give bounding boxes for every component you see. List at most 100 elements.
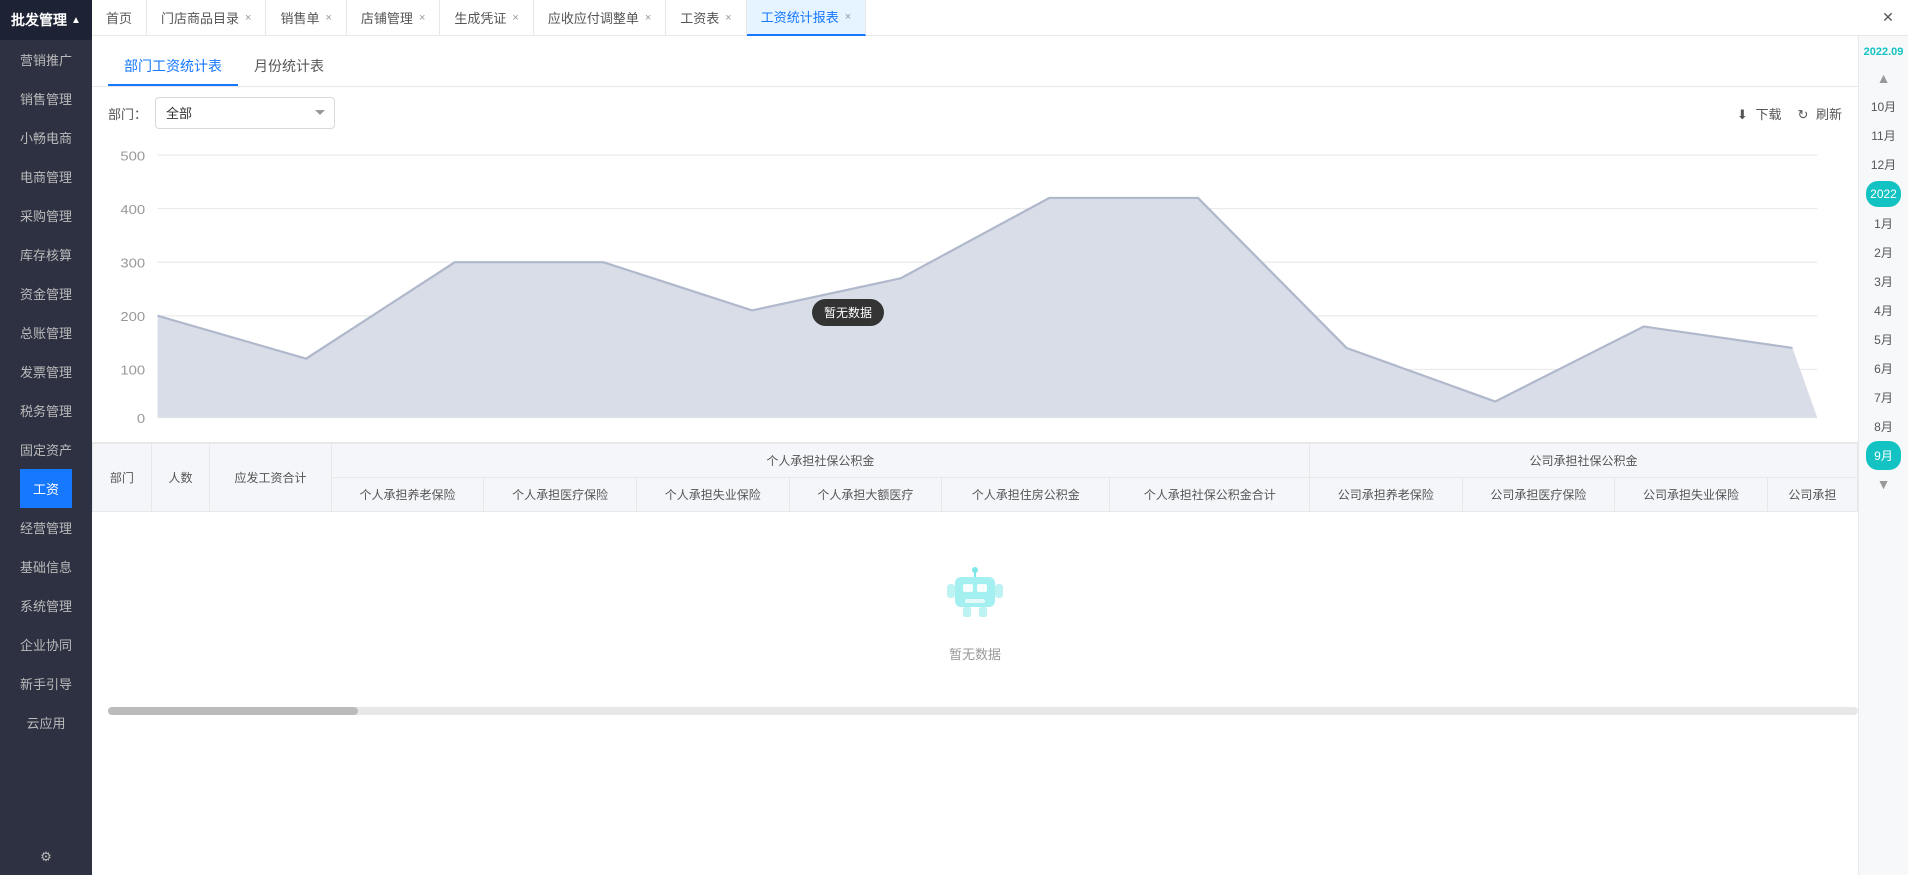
content-area: 部门工资统计表月份统计表 部门： 全部 ⬇ 下载 ↻: [92, 36, 1908, 875]
sub-tabs: 部门工资统计表月份统计表: [92, 36, 1858, 87]
sidebar-title: 批发管理: [11, 10, 67, 30]
main-area: 首页门店商品目录×销售单×店铺管理×生成凭证×应收应付调整单×工资表×工资统计报…: [92, 0, 1908, 875]
sidebar-item-发票管理[interactable]: 发票管理: [20, 352, 72, 391]
close-all-button[interactable]: ✕: [1876, 6, 1900, 30]
tab-bar-right: ✕: [1876, 6, 1908, 30]
col-company-pension: 公司承担养老保险: [1310, 478, 1463, 512]
tab-生成凭证[interactable]: 生成凭证 ×: [440, 0, 533, 36]
date-item-1月[interactable]: 1月: [1862, 209, 1905, 238]
horizontal-scrollbar[interactable]: [108, 707, 1858, 715]
chart-svg: 500 400 300 200 100 0: [108, 139, 1842, 439]
tab-label: 生成凭证: [454, 8, 506, 27]
col-personal-housing: 个人承担住房公积金: [942, 478, 1110, 512]
tab-店铺管理[interactable]: 店铺管理 ×: [347, 0, 440, 36]
page-content: 部门工资统计表月份统计表 部门： 全部 ⬇ 下载 ↻: [92, 36, 1858, 875]
date-item-8月[interactable]: 8月: [1862, 412, 1905, 441]
settings-icon: ⚙: [40, 849, 52, 864]
date-item-5月[interactable]: 5月: [1862, 325, 1905, 354]
tab-首页[interactable]: 首页: [92, 0, 147, 36]
svg-text:100: 100: [120, 363, 145, 378]
tab-门店商品目录[interactable]: 门店商品目录 ×: [147, 0, 266, 36]
sub-tab-部门工资统计表[interactable]: 部门工资统计表: [108, 48, 238, 86]
col-group-personal: 个人承担社保公积金: [331, 444, 1309, 478]
tab-close-icon[interactable]: ×: [645, 12, 651, 24]
sidebar-item-企业协同[interactable]: 企业协同: [20, 625, 72, 664]
tab-工资表[interactable]: 工资表 ×: [666, 0, 746, 36]
sidebar-item-云应用[interactable]: 云应用: [20, 703, 72, 742]
col-personal-major-medical: 个人承担大额医疗: [789, 478, 942, 512]
sidebar-item-固定资产[interactable]: 固定资产: [20, 430, 72, 469]
tab-close-icon[interactable]: ×: [325, 12, 331, 24]
svg-text:400: 400: [120, 202, 145, 217]
sidebar-item-税务管理[interactable]: 税务管理: [20, 391, 72, 430]
department-select[interactable]: 全部: [155, 97, 335, 129]
sidebar-header[interactable]: 批发管理 ▲: [0, 0, 92, 40]
table-container[interactable]: 部门 人数 应发工资合计 个人承担社保公积金 公司承担社保公积金 个人承担养老保…: [92, 442, 1858, 875]
empty-state: 暂无数据: [93, 512, 1858, 703]
col-personal-total: 个人承担社保公积金合计: [1110, 478, 1310, 512]
download-icon: ⬇: [1737, 107, 1748, 122]
date-item-2022[interactable]: 2022: [1866, 181, 1901, 207]
sidebar-item-新手引导[interactable]: 新手引导: [20, 664, 72, 703]
sidebar-item-小畅电商[interactable]: 小畅电商: [20, 118, 72, 157]
tab-close-icon[interactable]: ×: [245, 12, 251, 24]
tab-label: 销售单: [280, 8, 319, 27]
sidebar-settings[interactable]: ⚙: [0, 839, 92, 875]
date-item-7月[interactable]: 7月: [1862, 383, 1905, 412]
tab-close-icon[interactable]: ×: [725, 12, 731, 24]
sidebar-item-营销推广[interactable]: 营销推广: [20, 40, 72, 79]
date-item-4月[interactable]: 4月: [1862, 296, 1905, 325]
sidebar-item-总账管理[interactable]: 总账管理: [20, 313, 72, 352]
sidebar-item-工资[interactable]: 工资: [20, 469, 72, 508]
date-item-11月[interactable]: 11月: [1862, 121, 1905, 150]
sidebar-item-经营管理[interactable]: 经营管理: [20, 508, 72, 547]
date-item-9月[interactable]: 9月: [1866, 441, 1901, 470]
right-date-sidebar: 2022.09 ▲ 10月11月12月20221月2月3月4月5月6月7月8月9…: [1858, 36, 1908, 875]
download-button[interactable]: ⬇ 下载: [1737, 104, 1782, 123]
tab-label: 应收应付调整单: [548, 8, 639, 27]
scrollbar-thumb[interactable]: [108, 707, 358, 715]
col-group-company: 公司承担社保公积金: [1310, 444, 1858, 478]
sub-tab-月份统计表[interactable]: 月份统计表: [238, 48, 340, 86]
date-item-10月[interactable]: 10月: [1862, 92, 1905, 121]
department-label: 部门：: [108, 104, 147, 123]
sidebar-item-采购管理[interactable]: 采购管理: [20, 196, 72, 235]
sidebar-item-系统管理[interactable]: 系统管理: [20, 586, 72, 625]
tab-label: 门店商品目录: [161, 8, 239, 27]
tab-label: 店铺管理: [361, 8, 413, 27]
toolbar-right: ⬇ 下载 ↻ 刷新: [1737, 104, 1842, 123]
sidebar-item-电商管理[interactable]: 电商管理: [20, 157, 72, 196]
refresh-icon: ↻: [1797, 107, 1808, 122]
sidebar: 批发管理 ▲ 营销推广销售管理小畅电商电商管理采购管理库存核算资金管理总账管理发…: [0, 0, 92, 875]
date-nav-down[interactable]: ▼: [1872, 472, 1896, 496]
sidebar-item-基础信息[interactable]: 基础信息: [20, 547, 72, 586]
tab-label: 工资表: [680, 8, 719, 27]
sidebar-item-库存核算[interactable]: 库存核算: [20, 235, 72, 274]
tab-close-icon[interactable]: ×: [419, 12, 425, 24]
col-personal-medical: 个人承担医疗保险: [484, 478, 637, 512]
date-item-12月[interactable]: 12月: [1862, 150, 1905, 179]
sidebar-item-销售管理[interactable]: 销售管理: [20, 79, 72, 118]
tab-工资统计报表[interactable]: 工资统计报表 ×: [747, 0, 866, 36]
date-item-2月[interactable]: 2月: [1862, 238, 1905, 267]
empty-text: 暂无数据: [949, 644, 1001, 663]
toolbar-left: 部门： 全部: [108, 97, 335, 129]
tab-销售单[interactable]: 销售单 ×: [266, 0, 346, 36]
col-personal-unemployment: 个人承担失业保险: [636, 478, 789, 512]
col-personal-pension: 个人承担养老保险: [331, 478, 484, 512]
refresh-button[interactable]: ↻ 刷新: [1797, 104, 1842, 123]
svg-text:0: 0: [137, 411, 146, 426]
table-row: 暂无数据: [93, 512, 1858, 704]
chart-area: 500 400 300 200 100 0: [92, 139, 1858, 442]
date-year-label: 2022.09: [1859, 40, 1908, 64]
col-company-other: 公司承担: [1767, 478, 1857, 512]
tab-label: 工资统计报表: [761, 7, 839, 26]
sidebar-item-资金管理[interactable]: 资金管理: [20, 274, 72, 313]
date-nav-up[interactable]: ▲: [1872, 66, 1896, 90]
date-item-6月[interactable]: 6月: [1862, 354, 1905, 383]
col-company-medical: 公司承担医疗保险: [1462, 478, 1615, 512]
tab-close-icon[interactable]: ×: [845, 11, 851, 23]
tab-应收应付调整单[interactable]: 应收应付调整单 ×: [534, 0, 666, 36]
date-item-3月[interactable]: 3月: [1862, 267, 1905, 296]
tab-close-icon[interactable]: ×: [512, 12, 518, 24]
